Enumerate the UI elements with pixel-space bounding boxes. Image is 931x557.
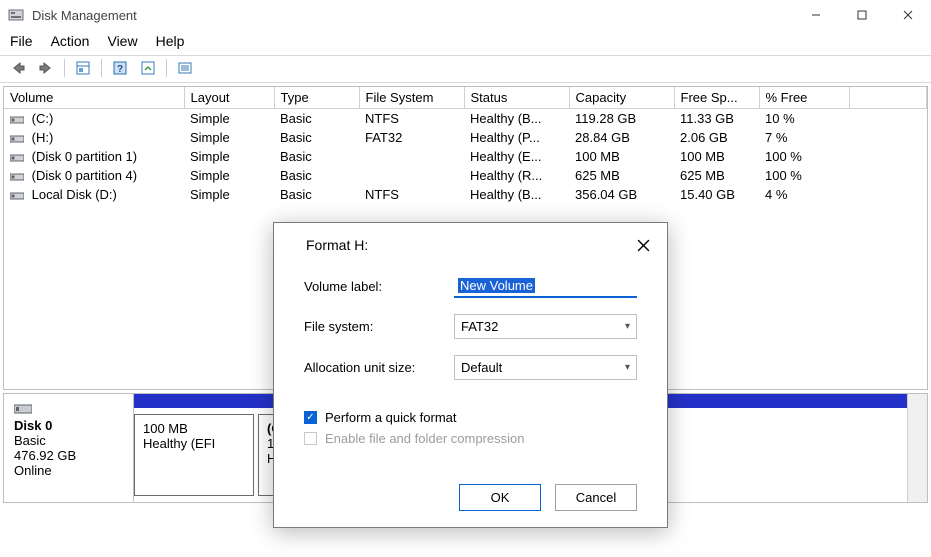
properties-button[interactable]: [71, 57, 95, 79]
cancel-button[interactable]: Cancel: [555, 484, 637, 511]
disk-info[interactable]: Disk 0 Basic 476.92 GB Online: [4, 394, 134, 502]
col-volume[interactable]: Volume: [4, 87, 184, 109]
checkbox-unchecked-icon: [304, 432, 317, 445]
window-close-button[interactable]: [885, 0, 931, 30]
disk-icon: [14, 402, 32, 416]
col-free[interactable]: Free Sp...: [674, 87, 759, 109]
forward-button[interactable]: [34, 57, 58, 79]
toolbar-separator: [166, 59, 167, 77]
toolbar: ?: [0, 55, 931, 83]
chevron-down-icon: ▾: [625, 362, 630, 373]
titlebar: Disk Management: [0, 0, 931, 30]
ok-button[interactable]: OK: [459, 484, 541, 511]
menu-help[interactable]: Help: [156, 33, 185, 49]
window-title: Disk Management: [32, 8, 793, 23]
window-minimize-button[interactable]: [793, 0, 839, 30]
volume-icon: [10, 153, 24, 163]
col-type[interactable]: Type: [274, 87, 359, 109]
partition[interactable]: 100 MBHealthy (EFI: [134, 414, 254, 496]
quick-format-checkbox[interactable]: ✓ Perform a quick format: [304, 410, 637, 425]
table-row[interactable]: Local Disk (D:)SimpleBasicNTFSHealthy (B…: [4, 185, 927, 204]
volume-icon: [10, 115, 24, 125]
compression-checkbox: Enable file and folder compression: [304, 431, 637, 446]
col-pctfree[interactable]: % Free: [759, 87, 849, 109]
app-icon: [8, 7, 24, 23]
allocation-label: Allocation unit size:: [304, 360, 454, 375]
volume-icon: [10, 134, 24, 144]
menu-file[interactable]: File: [10, 33, 33, 49]
menu-action[interactable]: Action: [51, 33, 90, 49]
file-system-select[interactable]: FAT32▾: [454, 314, 637, 339]
table-row[interactable]: (C:)SimpleBasicNTFSHealthy (B...119.28 G…: [4, 109, 927, 128]
format-dialog: Format H: Volume label: New Volume File …: [273, 222, 668, 528]
menubar: File Action View Help: [0, 30, 931, 55]
help-button[interactable]: ?: [108, 57, 132, 79]
chevron-down-icon: ▾: [625, 321, 630, 332]
scrollbar[interactable]: [907, 394, 927, 502]
table-row[interactable]: (Disk 0 partition 4)SimpleBasicHealthy (…: [4, 166, 927, 185]
checkbox-checked-icon: ✓: [304, 411, 317, 424]
col-blank: [849, 87, 927, 109]
menu-view[interactable]: View: [107, 33, 137, 49]
col-status[interactable]: Status: [464, 87, 569, 109]
back-button[interactable]: [6, 57, 30, 79]
window-maximize-button[interactable]: [839, 0, 885, 30]
dialog-close-button[interactable]: [631, 233, 655, 257]
col-capacity[interactable]: Capacity: [569, 87, 674, 109]
disk-state: Online: [14, 463, 123, 478]
col-filesystem[interactable]: File System: [359, 87, 464, 109]
refresh-button[interactable]: [136, 57, 160, 79]
volume-icon: [10, 191, 24, 201]
column-headers[interactable]: Volume Layout Type File System Status Ca…: [4, 87, 927, 109]
volume-label-input[interactable]: New Volume: [454, 275, 637, 298]
file-system-label: File system:: [304, 319, 454, 334]
dialog-title: Format H:: [306, 237, 631, 253]
svg-text:?: ?: [117, 64, 123, 75]
disk-kind: Basic: [14, 433, 123, 448]
table-row[interactable]: (Disk 0 partition 1)SimpleBasicHealthy (…: [4, 147, 927, 166]
toolbar-separator: [64, 59, 65, 77]
toolbar-separator: [101, 59, 102, 77]
table-row[interactable]: (H:)SimpleBasicFAT32Healthy (P...28.84 G…: [4, 128, 927, 147]
volume-icon: [10, 172, 24, 182]
col-layout[interactable]: Layout: [184, 87, 274, 109]
list-button[interactable]: [173, 57, 197, 79]
disk-size: 476.92 GB: [14, 448, 123, 463]
volume-label-label: Volume label:: [304, 279, 454, 294]
allocation-select[interactable]: Default▾: [454, 355, 637, 380]
disk-name: Disk 0: [14, 418, 123, 433]
